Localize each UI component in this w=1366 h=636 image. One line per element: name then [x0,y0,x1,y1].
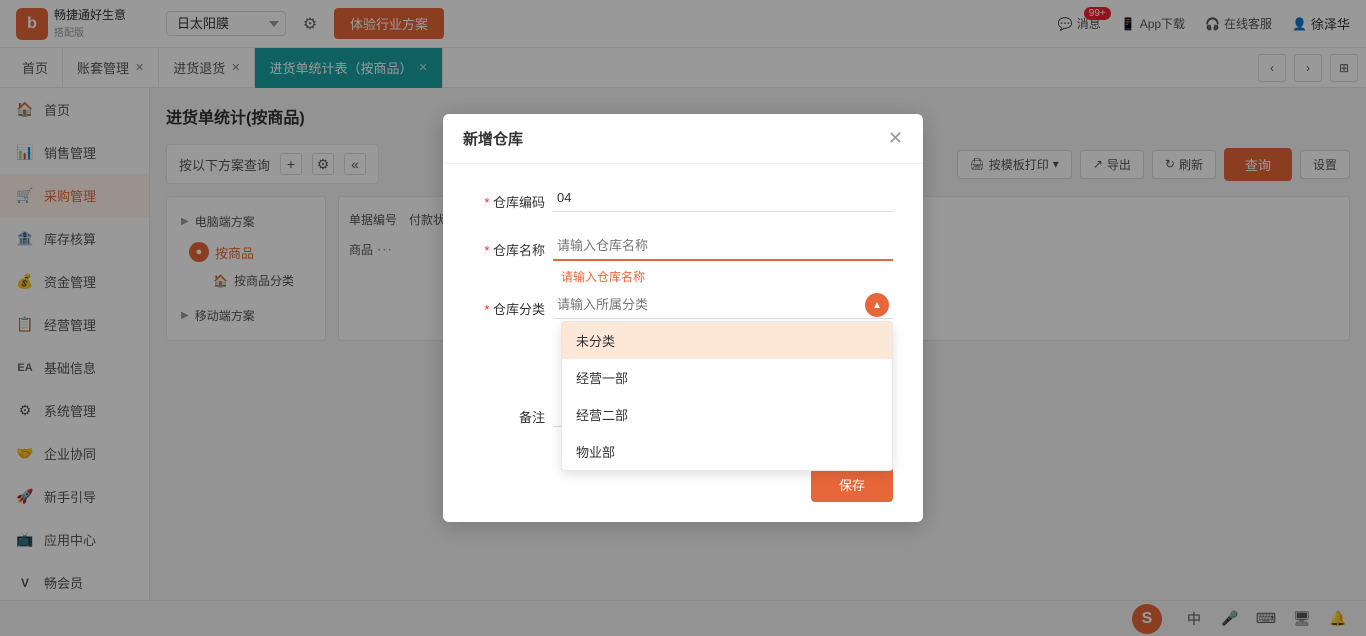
form-row-code: 仓库编码 [473,184,893,212]
dialog-title: 新增仓库 [463,128,523,149]
modal-overlay[interactable]: 新增仓库 ✕ 仓库编码 仓库名称 请输入仓库名称 仓库分类 ▲ [0,0,1366,636]
note-label: 备注 [473,399,553,426]
name-error-msg: 请输入仓库名称 [561,268,645,285]
dropdown-item-3[interactable]: 物业部 [562,433,892,470]
code-label: 仓库编码 [473,184,553,211]
dialog-header: 新增仓库 ✕ [443,114,923,164]
category-select-wrap: ▲ [553,291,893,319]
category-dropdown: 未分类 经营一部 经营二部 物业部 [561,321,893,471]
category-input[interactable] [553,291,893,319]
name-input[interactable] [553,232,893,261]
category-dropdown-arrow[interactable]: ▲ [865,293,889,317]
dropdown-item-2[interactable]: 经营二部 [562,396,892,433]
form-row-name: 仓库名称 请输入仓库名称 [473,232,893,261]
save-button[interactable]: 保存 [811,467,893,502]
dialog-body: 仓库编码 仓库名称 请输入仓库名称 仓库分类 ▲ 未分类 经营一部 [443,164,923,467]
code-input[interactable] [553,184,893,212]
dialog-footer: 保存 [443,467,923,502]
add-warehouse-dialog: 新增仓库 ✕ 仓库编码 仓库名称 请输入仓库名称 仓库分类 ▲ [443,114,923,522]
name-label: 仓库名称 [473,232,553,259]
form-row-category: 仓库分类 ▲ 未分类 经营一部 经营二部 物业部 [473,291,893,319]
category-label: 仓库分类 [473,291,553,318]
dialog-close-button[interactable]: ✕ [888,128,903,149]
dropdown-item-0[interactable]: 未分类 [562,322,892,359]
dropdown-item-1[interactable]: 经营一部 [562,359,892,396]
